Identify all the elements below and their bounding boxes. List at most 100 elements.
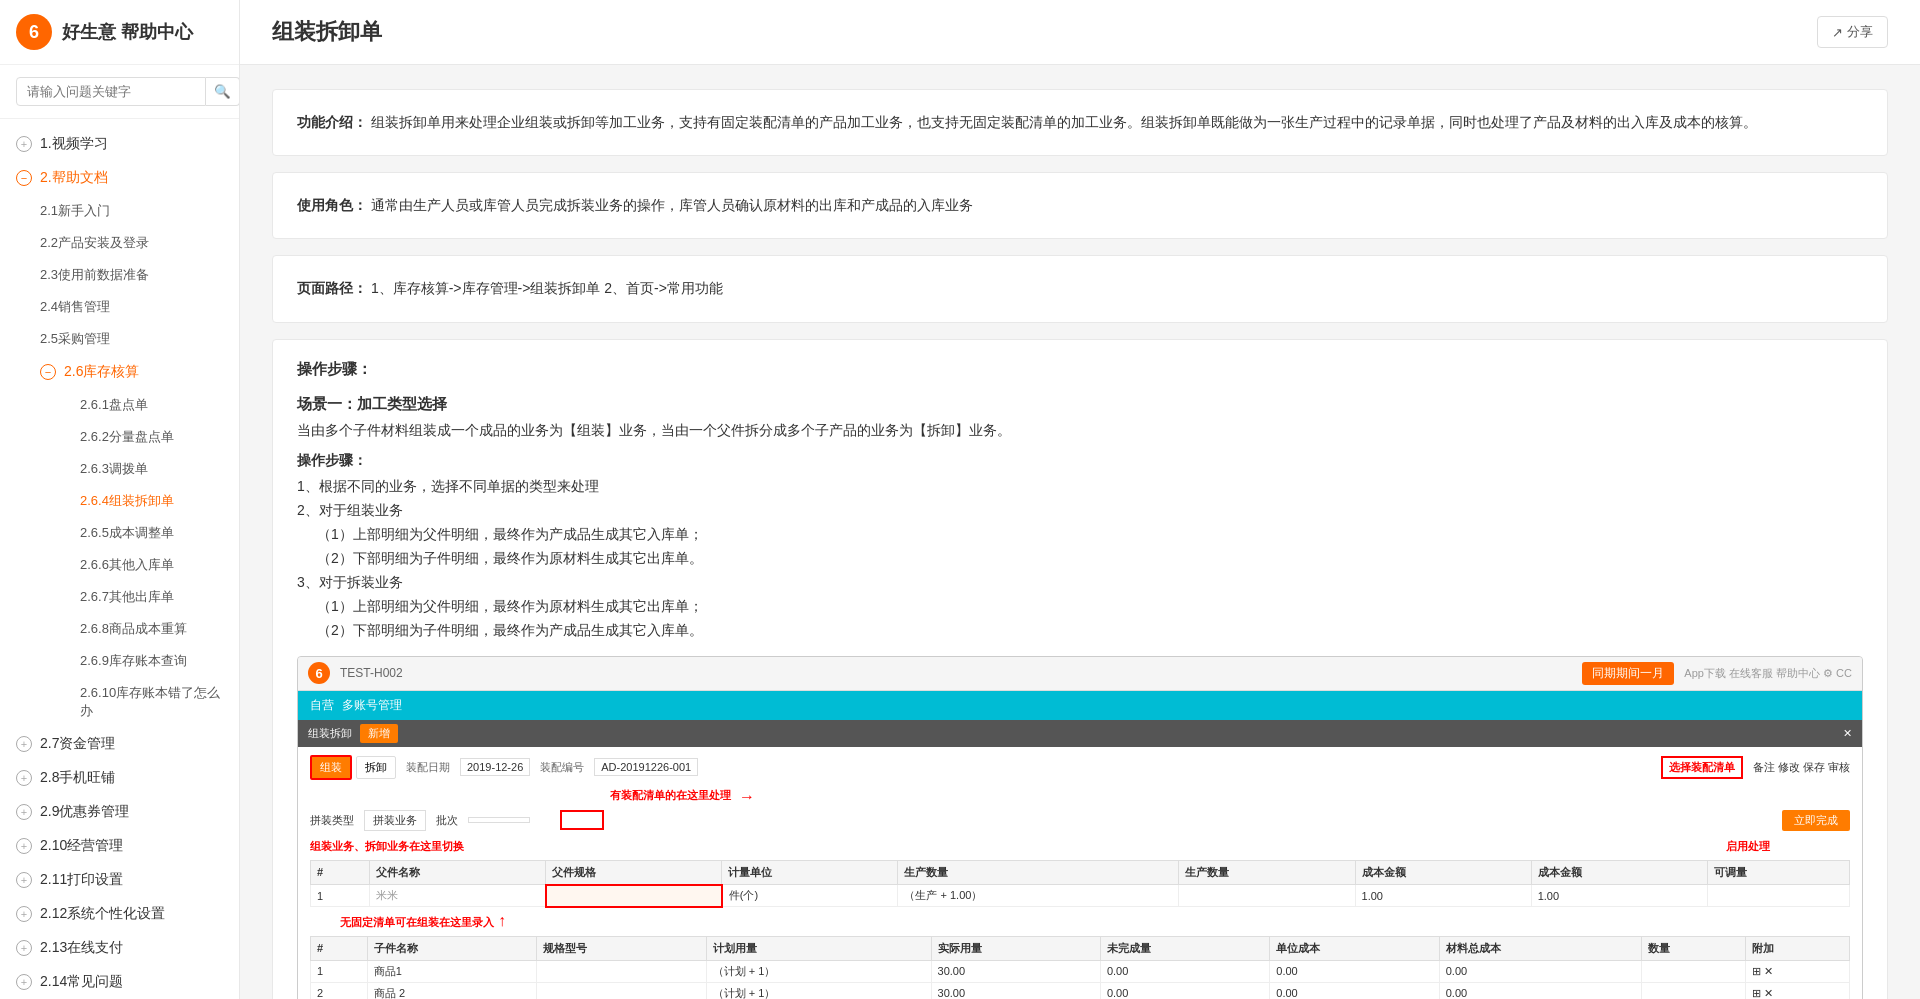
sidebar-item-2-6-8[interactable]: 2.6.8商品成本重算 [80, 613, 239, 645]
ss-new-btn: 新增 [360, 724, 398, 743]
search-button[interactable]: 🔍 [206, 77, 240, 106]
annotation-4: 无固定清单可在组装在这里录入 [340, 916, 494, 928]
step3-2: （2）下部明细为子件明细，最终作为产成品生成其它入库单。 [297, 622, 1863, 640]
screenshot-appbar: 6 TEST-H002 同期期间一月 App下载 在线客服 帮助中心 ⚙ CC [298, 657, 1862, 691]
nav-group-help: − 2.帮助文档 2.1新手入门 2.2产品安装及登录 2.3使用前数据准备 2… [0, 161, 239, 727]
step1: 1、根据不同的业务，选择不同单据的类型来处理 [297, 478, 1863, 496]
expand-icon-2-9: + [16, 804, 32, 820]
annotation-1: 有装配清单的在这里处理 [610, 788, 731, 803]
nav-group-2-14-header[interactable]: + 2.14常见问题 [0, 965, 239, 999]
nav-group-2-8: + 2.8手机旺铺 [0, 761, 239, 795]
nav-group-2-13-label: 2.13在线支付 [40, 939, 123, 957]
sidebar-item-2-6-2[interactable]: 2.6.2分量盘点单 [80, 421, 239, 453]
nav-group-2-8-header[interactable]: + 2.8手机旺铺 [0, 761, 239, 795]
nav-group-2-9-header[interactable]: + 2.9优惠券管理 [0, 795, 239, 829]
nav-group-2-7-label: 2.7资金管理 [40, 735, 115, 753]
sidebar-item-2-1[interactable]: 2.1新手入门 [40, 195, 239, 227]
expand-icon-2-10: + [16, 838, 32, 854]
nav-group-2-6-label: 2.6库存核算 [64, 363, 139, 381]
page-title: 组装拆卸单 [272, 17, 382, 47]
ss-apply-btn[interactable]: 选择装配清单 [1661, 756, 1743, 779]
ss-window-title-label: 组装拆卸 [308, 726, 352, 741]
share-button[interactable]: ↗ 分享 [1817, 16, 1888, 48]
nav-group-2-14: + 2.14常见问题 [0, 965, 239, 999]
nav-group-2-11: + 2.11打印设置 [0, 863, 239, 897]
scene1-desc: 当由多个子件材料组装成一个成品的业务为【组装】业务，当由一个父件拆分成多个子产品… [297, 422, 1863, 440]
ss-tab-ziying: 自营 [310, 697, 334, 714]
ops-steps-title: 操作步骤： [297, 360, 1863, 379]
sidebar-search[interactable]: 🔍 [0, 65, 239, 119]
sidebar-item-2-6-1[interactable]: 2.6.1盘点单 [80, 389, 239, 421]
collapse-icon: − [16, 170, 32, 186]
ss-form-type: 拼装业务 [364, 810, 426, 831]
nav-group-2-8-label: 2.8手机旺铺 [40, 769, 115, 787]
operations-section: 操作步骤： 场景一：加工类型选择 当由多个子件材料组装成一个成品的业务为【组装】… [272, 339, 1888, 999]
expand-icon-2-14: + [16, 974, 32, 990]
sidebar-item-2-6-3[interactable]: 2.6.3调拨单 [80, 453, 239, 485]
nav-group-2-6-header[interactable]: − 2.6库存核算 [40, 355, 239, 389]
nav-group-2-10-header[interactable]: + 2.10经营管理 [0, 829, 239, 863]
main-header: 组装拆卸单 ↗ 分享 [240, 0, 1920, 65]
nav-group-2-7-header[interactable]: + 2.7资金管理 [0, 727, 239, 761]
nav-group-2-12-header[interactable]: + 2.12系统个性化设置 [0, 897, 239, 931]
logo-icon: 6 [16, 14, 52, 50]
nav-group-help-header[interactable]: − 2.帮助文档 [0, 161, 239, 195]
nav-group-video-label: 1.视频学习 [40, 135, 108, 153]
sidebar-item-2-6-4[interactable]: 2.6.4组装拆卸单 [80, 485, 239, 517]
ss-type-btn-zuozhuan[interactable]: 组装 [310, 755, 352, 780]
function-intro-text: 功能介绍： 组装拆卸单用来处理企业组装或拆卸等加工业务，支持有固定装配清单的产品… [297, 110, 1863, 135]
step2: 2、对于组装业务 [297, 502, 1863, 520]
ss-form-date: 2019-12-26 [460, 758, 530, 776]
sidebar-item-2-6-5[interactable]: 2.6.5成本调整单 [80, 517, 239, 549]
nav-group-2-12: + 2.12系统个性化设置 [0, 897, 239, 931]
nav-group-video-header[interactable]: + 1.视频学习 [0, 127, 239, 161]
nav-sub-items-2-6: 2.6.1盘点单 2.6.2分量盘点单 2.6.3调拨单 2.6.4组装拆卸单 [40, 389, 239, 727]
nav-group-2-13: + 2.13在线支付 [0, 931, 239, 965]
sidebar-item-2-3[interactable]: 2.3使用前数据准备 [40, 259, 239, 291]
use-role-card: 使用角色： 通常由生产人员或库管人员完成拆装业务的操作，库管人员确认原材料的出库… [272, 172, 1888, 239]
ss-topbar-id: TEST-H002 [340, 666, 403, 680]
scene1-title: 场景一：加工类型选择 [297, 395, 1863, 414]
sidebar-item-2-6-10[interactable]: 2.6.10库存账本错了怎么办 [80, 677, 239, 727]
sidebar-item-2-5[interactable]: 2.5采购管理 [40, 323, 239, 355]
ss-logo: 6 [308, 662, 330, 684]
ss-type-btn-caihuo[interactable]: 拆卸 [356, 756, 396, 779]
nav-group-2-9-label: 2.9优惠券管理 [40, 803, 129, 821]
sidebar-item-2-6-7[interactable]: 2.6.7其他出库单 [80, 581, 239, 613]
ss-child-table: # 子件名称 规格型号 计划用量 实际用量 未完成量 单位成本 材料总成本 数量… [310, 936, 1850, 999]
main-area: 组装拆卸单 ↗ 分享 功能介绍： 组装拆卸单用来处理企业组装或拆卸等加工业务，支… [240, 0, 1920, 999]
nav-group-video: + 1.视频学习 [0, 127, 239, 161]
nav-group-help-label: 2.帮助文档 [40, 169, 108, 187]
ss-confirm-btn[interactable]: 立即完成 [1782, 810, 1850, 831]
step3: 3、对于拆装业务 [297, 574, 1863, 592]
use-role-text: 使用角色： 通常由生产人员或库管人员完成拆装业务的操作，库管人员确认原材料的出库… [297, 193, 1863, 218]
nav-group-2-14-label: 2.14常见问题 [40, 973, 123, 991]
expand-icon-2-7: + [16, 736, 32, 752]
search-input[interactable] [16, 77, 206, 106]
expand-icon-2-13: + [16, 940, 32, 956]
sidebar-item-2-4[interactable]: 2.4销售管理 [40, 291, 239, 323]
nav-group-2-11-header[interactable]: + 2.11打印设置 [0, 863, 239, 897]
ss-form-area: 组装 拆卸 装配日期 2019-12-26 装配编号 AD-20191226-0… [298, 747, 1862, 999]
table-row: 1 商品1 （计划 + 1） 30.00 0.00 0.00 0.00 ⊞ ✕ [311, 960, 1850, 982]
ss-orange-btn[interactable]: 同期期间一月 [1582, 662, 1674, 685]
nav-group-2-10: + 2.10经营管理 [0, 829, 239, 863]
share-icon: ↗ [1832, 25, 1843, 40]
function-intro-card: 功能介绍： 组装拆卸单用来处理企业组装或拆卸等加工业务，支持有固定装配清单的产品… [272, 89, 1888, 156]
expand-icon-2-11: + [16, 872, 32, 888]
nav-group-2-6: − 2.6库存核算 2.6.1盘点单 2.6.2分量盘点单 2.6.3调拨单 [40, 355, 239, 727]
sidebar-item-2-2[interactable]: 2.2产品安装及登录 [40, 227, 239, 259]
table-row: 1 米米 件(个) （生产 + 1.00） 1.00 1.00 [311, 885, 1850, 907]
sidebar-nav: + 1.视频学习 − 2.帮助文档 2.1新手入门 2.2产品安装及登录 2.3… [0, 119, 239, 999]
sidebar-logo: 6 好生意 帮助中心 [0, 0, 239, 65]
path-card: 页面路径： 1、库存核算->库存管理->组装拆卸单 2、首页->常用功能 [272, 255, 1888, 322]
ss-form-code: AD-20191226-001 [594, 758, 698, 776]
ss-window-bar: 组装拆卸 新增 ✕ [298, 720, 1862, 747]
ss-linker-input [560, 810, 604, 830]
screenshot-container: 6 TEST-H002 同期期间一月 App下载 在线客服 帮助中心 ⚙ CC … [297, 656, 1863, 999]
expand-icon-2-12: + [16, 906, 32, 922]
ss-parent-table: # 父件名称 父件规格 计量单位 生产数量 生产数量 成本金额 成本金额 可调量 [310, 860, 1850, 908]
sidebar-item-2-6-6[interactable]: 2.6.6其他入库单 [80, 549, 239, 581]
sidebar-item-2-6-9[interactable]: 2.6.9库存账本查询 [80, 645, 239, 677]
nav-group-2-13-header[interactable]: + 2.13在线支付 [0, 931, 239, 965]
